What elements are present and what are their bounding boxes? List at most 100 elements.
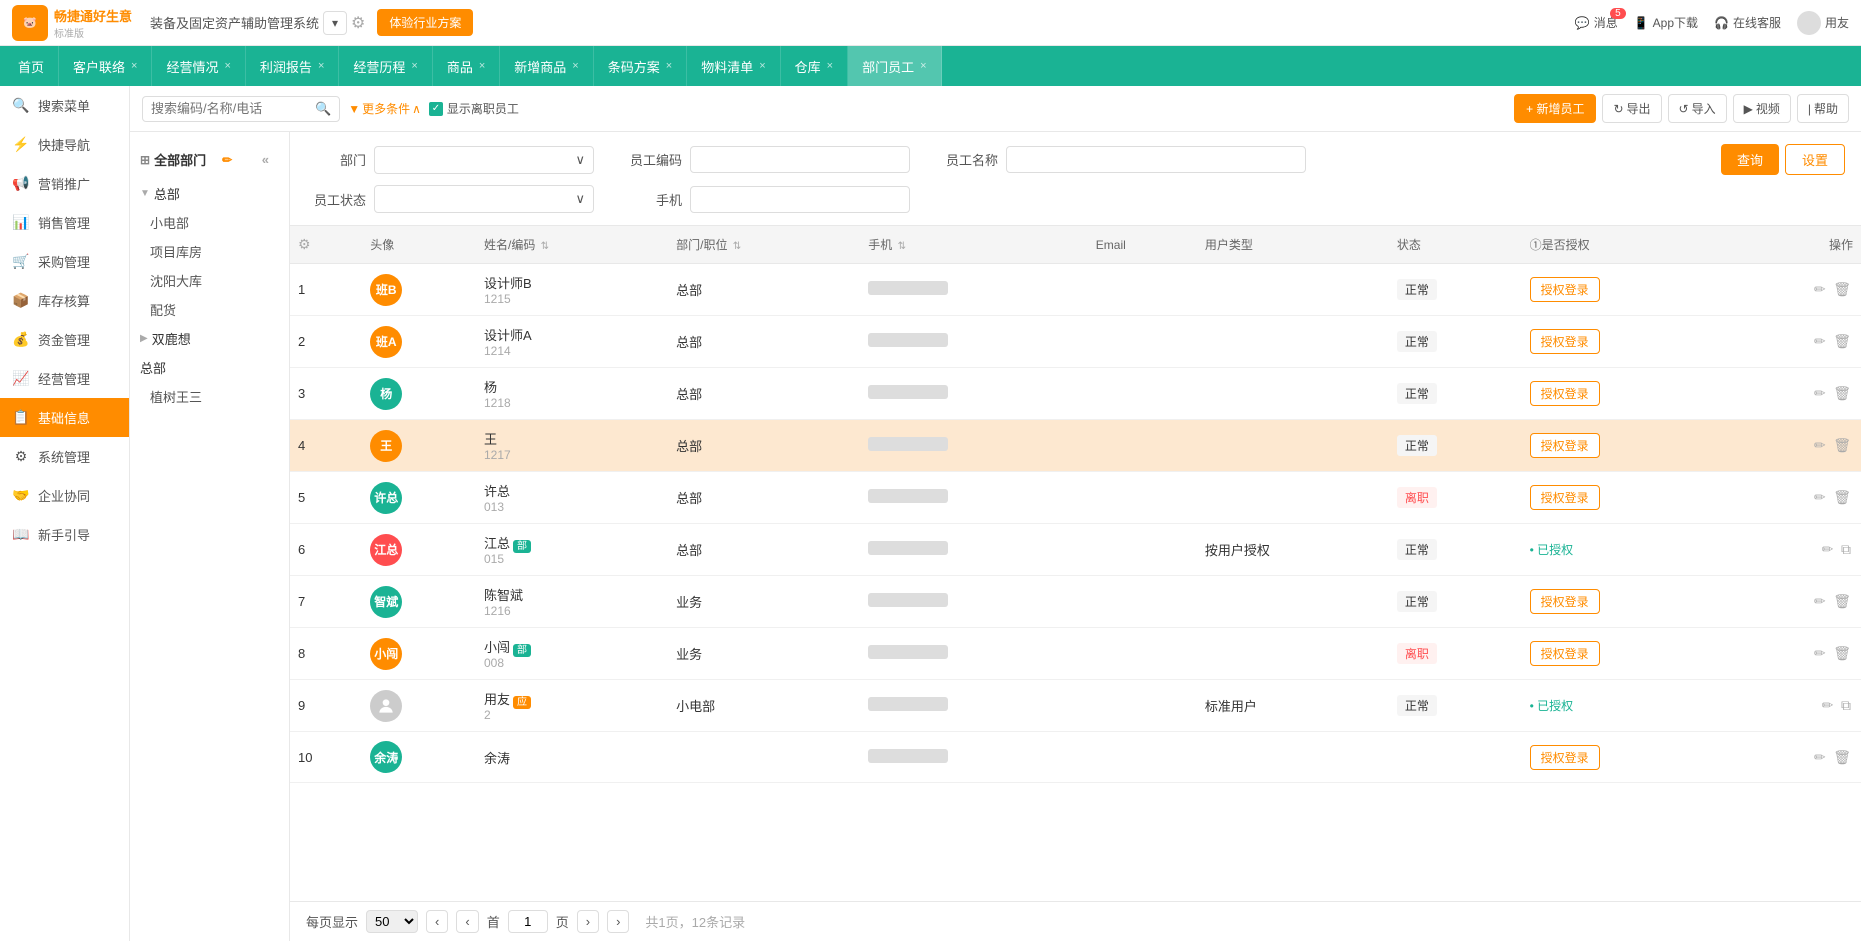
tab-bom[interactable]: 物料清单 × [687,46,780,86]
sidebar-item-marketing[interactable]: 📢 营销推广 [0,164,129,203]
show-resigned-toggle[interactable]: ✓ 显示离职员工 [429,100,519,117]
help-btn[interactable]: | 帮助 [1797,94,1849,123]
dept-collapse-icon[interactable]: « [252,146,279,173]
sort-icon[interactable]: ⇅ [541,241,549,252]
edit-icon[interactable]: ✏ [1814,749,1826,765]
authorize-btn[interactable]: 授权登录 [1530,433,1600,458]
edit-icon[interactable]: ✏ [1814,645,1826,661]
delete-icon[interactable]: 🗑 [1833,645,1851,661]
close-icon[interactable]: × [224,60,230,72]
trial-btn[interactable]: 体验行业方案 [377,9,473,36]
tab-warehouse[interactable]: 仓库 × [781,46,848,86]
authorize-btn[interactable]: 授权登录 [1530,381,1600,406]
settings-icon[interactable]: ⚙ [351,13,365,33]
sidebar-item-search[interactable]: 🔍 搜索菜单 [0,86,129,125]
next-page-btn[interactable]: › [577,910,599,933]
tab-operation[interactable]: 经营情况 × [152,46,245,86]
close-icon[interactable]: × [131,60,137,72]
phone-input[interactable] [690,186,910,213]
close-icon[interactable]: × [572,60,578,72]
page-number-input[interactable] [508,910,548,933]
delete-icon[interactable]: 🗑 [1833,489,1851,505]
edit-icon[interactable]: ✏ [1814,385,1826,401]
edit-icon[interactable]: ✏ [1814,489,1826,505]
dept-group-zongbu[interactable]: ▼ 总部 [130,179,289,208]
close-icon[interactable]: × [318,60,324,72]
search-box[interactable]: 🔍 [142,96,340,122]
tab-barcode[interactable]: 条码方案 × [594,46,687,86]
close-icon[interactable]: × [759,60,765,72]
close-icon[interactable]: × [827,60,833,72]
tab-home[interactable]: 首页 [4,46,59,86]
tab-add-goods[interactable]: 新增商品 × [500,46,593,86]
authorize-btn[interactable]: 授权登录 [1530,277,1600,302]
authorize-btn[interactable]: 授权登录 [1530,589,1600,614]
sidebar-item-sales[interactable]: 📊 销售管理 [0,203,129,242]
prev-page-btn[interactable]: ‹ [456,910,478,933]
online-service-btn[interactable]: 🎧 在线客服 [1714,14,1781,31]
tab-dept-employee[interactable]: 部门员工 × [848,46,941,86]
emp-code-input[interactable] [690,146,910,173]
dept-group-zongbu2[interactable]: 总部 [130,353,289,382]
first-page-btn[interactable]: ‹ [426,910,448,933]
dept-group-shuangluxiang[interactable]: ▶ 双鹿想 [130,324,289,353]
add-employee-btn[interactable]: + 新增员工 [1514,94,1596,123]
edit-icon[interactable]: ✏ [1814,333,1826,349]
dept-node-xiaodibu[interactable]: 小电部 [130,208,289,237]
emp-status-select[interactable]: ∨ [374,185,594,213]
sidebar-item-collab[interactable]: 🤝 企业协同 [0,476,129,515]
edit-icon[interactable]: ✏ [1822,541,1834,557]
tab-history[interactable]: 经营历程 × [339,46,432,86]
dept-node-xiangmu[interactable]: 项目库房 [130,237,289,266]
sidebar-item-bizmanage[interactable]: 📈 经营管理 [0,359,129,398]
more-filter-btn[interactable]: ▼ 更多条件 ∧ [348,100,421,117]
tab-goods[interactable]: 商品 × [433,46,500,86]
video-btn[interactable]: ▶ 视频 [1733,94,1791,123]
delete-icon[interactable]: 🗑 [1833,333,1851,349]
message-btn[interactable]: 💬 消息 5 [1575,14,1618,31]
sidebar-item-quicknav[interactable]: ⚡ 快捷导航 [0,125,129,164]
authorize-btn[interactable]: 授权登录 [1530,745,1600,770]
search-input[interactable] [151,101,311,116]
sort-icon[interactable]: ⇅ [898,241,906,252]
tab-customer[interactable]: 客户联络 × [59,46,152,86]
dept-edit-icon[interactable]: ✏ [212,147,242,173]
dept-node-peihuo[interactable]: 配货 [130,295,289,324]
authorize-btn[interactable]: 授权登录 [1530,329,1600,354]
dept-node-shenyang[interactable]: 沈阳大库 [130,266,289,295]
edit-icon[interactable]: ✏ [1822,697,1834,713]
delete-icon[interactable]: 🗑 [1833,593,1851,609]
sidebar-item-inventory[interactable]: 📦 库存核算 [0,281,129,320]
close-icon[interactable]: × [666,60,672,72]
authorize-btn[interactable]: 授权登录 [1530,641,1600,666]
emp-name-input[interactable] [1006,146,1306,173]
close-icon[interactable]: × [411,60,417,72]
close-icon[interactable]: × [479,60,485,72]
delete-icon[interactable]: 🗑 [1833,281,1851,297]
sidebar-item-purchase[interactable]: 🛒 采购管理 [0,242,129,281]
authorize-btn[interactable]: 授权登录 [1530,485,1600,510]
delete-icon[interactable]: 🗑 [1833,385,1851,401]
edit-icon[interactable]: ✏ [1814,281,1826,297]
user-btn[interactable]: 用友 [1797,11,1849,35]
sidebar-item-guide[interactable]: 📖 新手引导 [0,515,129,554]
dept-node-zhishu[interactable]: 植树王三 [130,382,289,411]
app-download-btn[interactable]: 📱 App下载 [1634,14,1698,31]
query-btn[interactable]: 查询 [1721,144,1779,175]
delete-icon[interactable]: 🗑 [1833,437,1851,453]
sort-icon[interactable]: ⇅ [733,241,741,252]
edit-icon[interactable]: ✏ [1814,593,1826,609]
sidebar-item-system[interactable]: ⚙ 系统管理 [0,437,129,476]
sidebar-item-basic[interactable]: 📋 基础信息 [0,398,129,437]
per-page-select[interactable]: 50 100 200 [366,910,418,933]
import-btn[interactable]: ↺ 导入 [1668,94,1727,123]
set-btn[interactable]: 设置 [1785,144,1845,175]
copy-icon[interactable]: ⧉ [1841,541,1851,557]
close-icon[interactable]: × [920,60,926,72]
export-btn[interactable]: ↻ 导出 [1602,94,1661,123]
last-page-btn[interactable]: › [607,910,629,933]
search-submit-icon[interactable]: 🔍 [315,101,331,117]
sidebar-item-finance[interactable]: 💰 资金管理 [0,320,129,359]
copy-icon[interactable]: ⧉ [1841,697,1851,713]
tab-profit[interactable]: 利润报告 × [246,46,339,86]
